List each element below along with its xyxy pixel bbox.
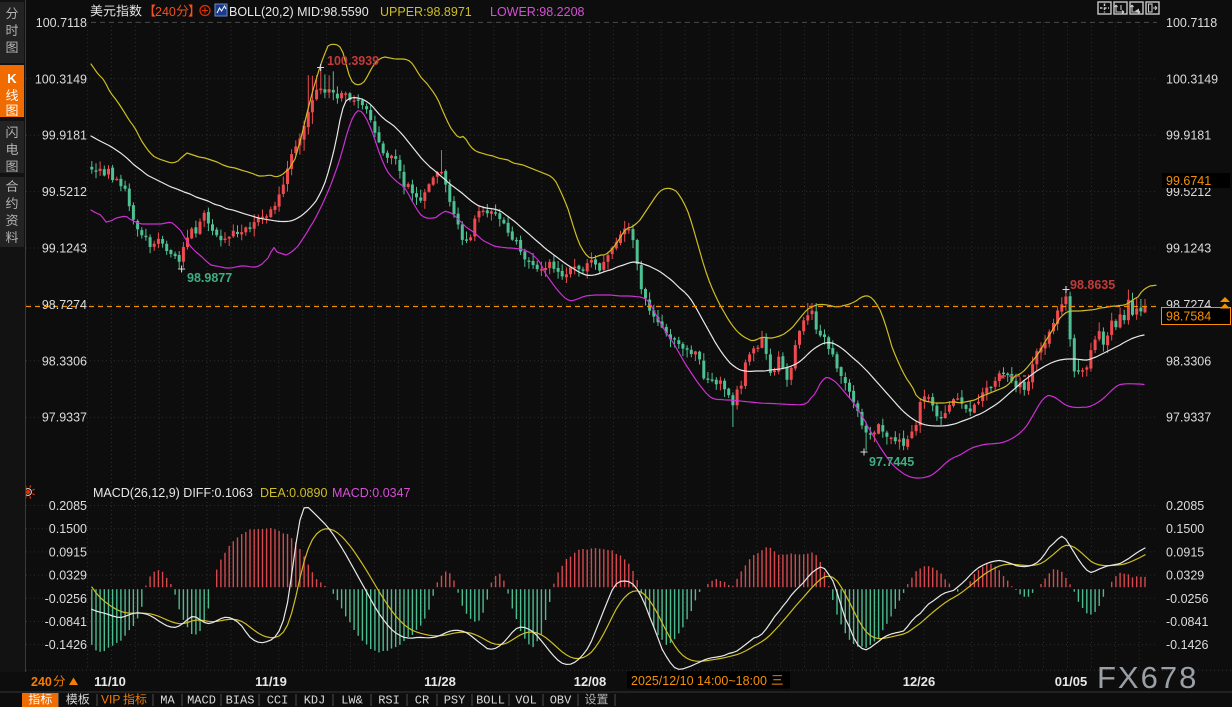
svg-text:CR: CR (415, 694, 429, 707)
svg-text:98.7274: 98.7274 (42, 298, 87, 312)
svg-text:12/08: 12/08 (574, 674, 607, 689)
svg-text:98.9877: 98.9877 (187, 271, 232, 285)
svg-text:100.7118: 100.7118 (36, 16, 87, 30)
svg-text:98.3306: 98.3306 (42, 354, 87, 368)
svg-text:-0.1426: -0.1426 (45, 638, 87, 652)
svg-text:DEA:0.0890: DEA:0.0890 (260, 486, 327, 500)
svg-text:99.6741: 99.6741 (1166, 174, 1211, 188)
svg-text:98.3306: 98.3306 (1166, 354, 1211, 368)
svg-text:99.5212: 99.5212 (42, 185, 87, 199)
svg-text:LOWER:98.2208: LOWER:98.2208 (490, 5, 585, 19)
svg-text:0.0915: 0.0915 (49, 545, 87, 559)
svg-text:11/28: 11/28 (424, 674, 456, 689)
svg-text:0.2085: 0.2085 (49, 499, 87, 513)
svg-text:99.9181: 99.9181 (1166, 129, 1211, 143)
svg-text:240: 240 (31, 675, 52, 689)
svg-text:97.9337: 97.9337 (1166, 411, 1211, 425)
svg-text:0.1500: 0.1500 (1166, 522, 1204, 536)
svg-text:VOL: VOL (515, 694, 537, 707)
svg-text:RSI: RSI (378, 694, 400, 707)
svg-text:99.1243: 99.1243 (1166, 242, 1211, 256)
svg-text:98.8635: 98.8635 (1070, 278, 1115, 292)
svg-text:97.9337: 97.9337 (42, 411, 87, 425)
svg-text:97.7445: 97.7445 (869, 455, 914, 469)
svg-text:UPPER:98.8971: UPPER:98.8971 (380, 5, 472, 19)
svg-text:0.0329: 0.0329 (1166, 569, 1204, 583)
svg-text:100.3939: 100.3939 (327, 54, 379, 68)
svg-text:2025/12/10 14:00~18:00: 2025/12/10 14:00~18:00 (631, 674, 767, 688)
svg-text:-0.0841: -0.0841 (45, 615, 87, 629)
svg-text:MACD:0.0347: MACD:0.0347 (332, 486, 411, 500)
svg-text:12/26: 12/26 (903, 674, 936, 689)
svg-text:240: 240 (155, 5, 176, 19)
svg-text:PSY: PSY (444, 694, 466, 707)
svg-text:0.1500: 0.1500 (49, 522, 87, 536)
svg-text:98.7584: 98.7584 (1166, 310, 1211, 324)
svg-text:0.0329: 0.0329 (49, 569, 87, 583)
svg-text:-0.0841: -0.0841 (1166, 615, 1208, 629)
svg-text:LW&: LW& (341, 694, 363, 707)
svg-text:MA: MA (160, 694, 175, 707)
svg-text:99.1243: 99.1243 (42, 242, 87, 256)
svg-text:CCI: CCI (267, 694, 289, 707)
svg-text:FX678: FX678 (1097, 660, 1198, 695)
svg-text:BOLL: BOLL (476, 694, 505, 707)
svg-text:K: K (7, 71, 17, 86)
svg-text:VIP: VIP (101, 693, 120, 707)
svg-text:-0.1426: -0.1426 (1166, 638, 1208, 652)
svg-text:-0.0256: -0.0256 (45, 592, 87, 606)
svg-text:0.2085: 0.2085 (1166, 499, 1204, 513)
svg-text:11/10: 11/10 (94, 674, 126, 689)
svg-text:MACD(26,12,9) DIFF:0.1063: MACD(26,12,9) DIFF:0.1063 (93, 486, 253, 500)
svg-text:OBV: OBV (550, 694, 572, 707)
svg-text:100.3149: 100.3149 (35, 72, 87, 86)
svg-text:BOLL(20,2) MID:98.5590: BOLL(20,2) MID:98.5590 (229, 5, 369, 19)
svg-text:MACD: MACD (187, 694, 216, 707)
svg-text:100.7118: 100.7118 (1166, 16, 1217, 30)
svg-text:0.0915: 0.0915 (1166, 545, 1204, 559)
svg-text:99.9181: 99.9181 (42, 129, 87, 143)
svg-text:BIAS: BIAS (226, 694, 255, 707)
svg-text:01/05: 01/05 (1055, 674, 1088, 689)
svg-text:11/19: 11/19 (255, 674, 287, 689)
svg-text:-0.0256: -0.0256 (1166, 592, 1208, 606)
svg-text:KDJ: KDJ (304, 694, 326, 707)
svg-text:100.3149: 100.3149 (1166, 72, 1218, 86)
